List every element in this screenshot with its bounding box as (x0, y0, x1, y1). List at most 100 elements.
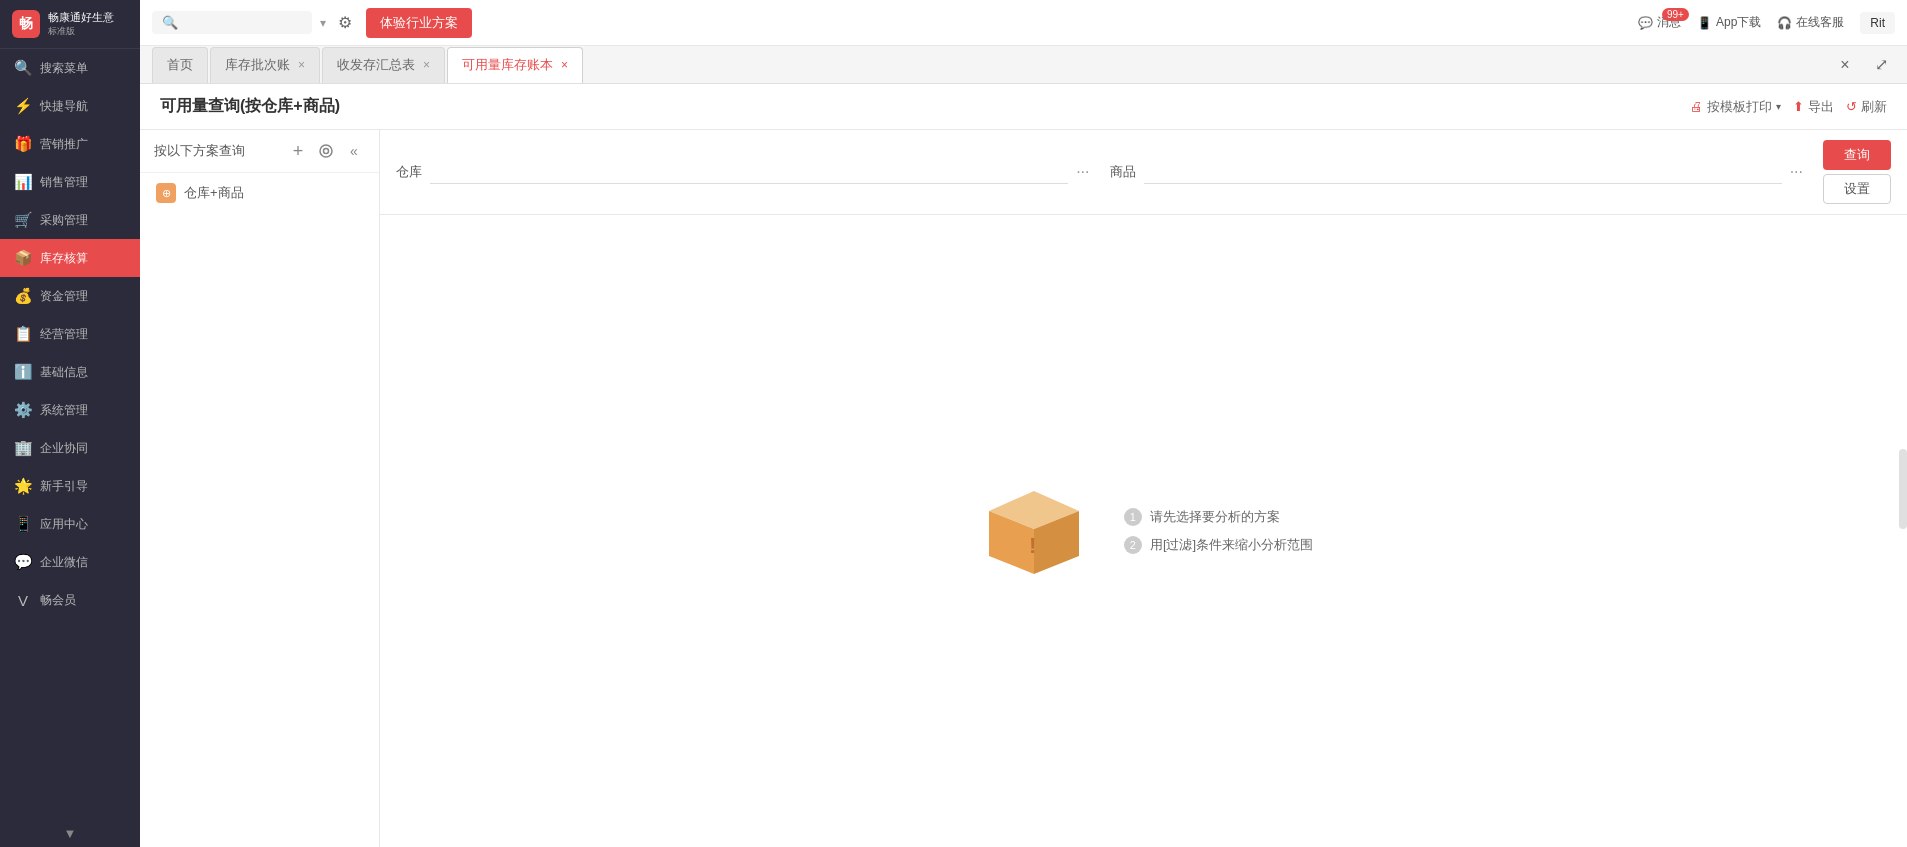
vip-icon: V (14, 591, 32, 609)
topbar-search-input[interactable] (184, 16, 274, 30)
refresh-label: 刷新 (1861, 98, 1887, 116)
query-btn[interactable]: 查询 (1823, 140, 1891, 170)
sidebar-label-vip: 畅会员 (40, 592, 76, 609)
sidebar-label-basic-info: 基础信息 (40, 364, 88, 381)
tab-collect-summary-label: 收发存汇总表 (337, 56, 415, 74)
warehouse-more-icon[interactable]: ··· (1076, 163, 1089, 181)
basic-info-icon: ℹ️ (14, 363, 32, 381)
sidebar-item-enterprise[interactable]: 🏢 企业协同 (0, 429, 140, 467)
product-input[interactable] (1144, 160, 1782, 184)
newbie-icon: 🌟 (14, 477, 32, 495)
print-template-btn[interactable]: 🖨 按模板打印 ▾ (1690, 98, 1781, 116)
search-menu-icon: 🔍 (14, 59, 32, 77)
tab-collect-summary-close[interactable]: × (423, 58, 430, 72)
sidebar-item-wechat[interactable]: 💬 企业微信 (0, 543, 140, 581)
topbar-gear-icon[interactable]: ⚙ (338, 13, 352, 32)
sidebar-item-vip[interactable]: V 畅会员 (0, 581, 140, 619)
sidebar-label-purchase: 采购管理 (40, 212, 88, 229)
brand-name: 畅康通好生意 (48, 10, 114, 24)
topbar: 🔍 ▾ ⚙ 体验行业方案 💬 消息 99+ 📱 App下载 🎧 在线客服 Rit (140, 0, 1907, 46)
tab-available-ledger[interactable]: 可用量库存账本 × (447, 47, 583, 83)
sidebar-item-newbie[interactable]: 🌟 新手引导 (0, 467, 140, 505)
tab-home[interactable]: 首页 (152, 47, 208, 83)
tab-controls: × ⤢ (1831, 51, 1895, 79)
print-chevron-icon: ▾ (1776, 101, 1781, 112)
sidebar-scroll-down[interactable]: ▼ (0, 820, 140, 847)
refresh-btn[interactable]: ↺ 刷新 (1846, 98, 1887, 116)
empty-illustration: ! (974, 471, 1094, 591)
sidebar: 畅 畅康通好生意 标准版 🔍 搜索菜单 ⚡ 快捷导航 🎁 营销推广 📊 销售管理… (0, 0, 140, 847)
scroll-indicator[interactable] (1899, 449, 1907, 529)
sidebar-item-sales[interactable]: 📊 销售管理 (0, 163, 140, 201)
wechat-icon: 💬 (14, 553, 32, 571)
purchase-icon: 🛒 (14, 211, 32, 229)
app-download-action[interactable]: 📱 App下载 (1697, 14, 1761, 31)
product-more-icon[interactable]: ··· (1790, 163, 1803, 181)
user-area[interactable]: Rit (1860, 12, 1895, 34)
empty-hints: 1 请先选择要分析的方案 2 用[过滤]条件来缩小分析范围 (1124, 508, 1313, 554)
sidebar-label-wechat: 企业微信 (40, 554, 88, 571)
sidebar-label-search-menu: 搜索菜单 (40, 60, 88, 77)
brand-area: 畅 畅康通好生意 标准版 (0, 0, 140, 49)
sidebar-item-search-menu[interactable]: 🔍 搜索菜单 (0, 49, 140, 87)
print-label: 按模板打印 (1707, 98, 1772, 116)
brand-badge: 标准版 (48, 25, 114, 38)
tab-collect-summary[interactable]: 收发存汇总表 × (322, 47, 445, 83)
settings-scheme-icon (318, 143, 334, 159)
sidebar-item-operations[interactable]: 📋 经营管理 (0, 315, 140, 353)
warehouse-input[interactable] (430, 160, 1068, 184)
operations-icon: 📋 (14, 325, 32, 343)
message-action[interactable]: 💬 消息 99+ (1638, 14, 1681, 31)
hint-number-2: 2 (1124, 536, 1142, 554)
sidebar-label-marketing: 营销推广 (40, 136, 88, 153)
tab-batch-account[interactable]: 库存批次账 × (210, 47, 320, 83)
topbar-search-box[interactable]: 🔍 (152, 11, 312, 34)
sidebar-item-basic-info[interactable]: ℹ️ 基础信息 (0, 353, 140, 391)
product-label: 商品 (1110, 163, 1136, 181)
marketing-icon: 🎁 (14, 135, 32, 153)
refresh-icon: ↺ (1846, 99, 1857, 114)
empty-state: ! 1 请先选择要分析的方案 2 用[过滤]条件来缩小分析范围 (380, 215, 1907, 847)
sidebar-item-inventory[interactable]: 📦 库存核算 (0, 239, 140, 277)
sidebar-item-quick-nav[interactable]: ⚡ 快捷导航 (0, 87, 140, 125)
filter-actions: 查询 设置 (1823, 140, 1891, 204)
page-header-actions: 🖨 按模板打印 ▾ ⬆ 导出 ↺ 刷新 (1690, 98, 1887, 116)
scheme-item-warehouse-product[interactable]: ⊕ 仓库+商品 (140, 173, 379, 213)
sidebar-item-app-center[interactable]: 📱 应用中心 (0, 505, 140, 543)
sidebar-label-enterprise: 企业协同 (40, 440, 88, 457)
filter-bar: 仓库 ··· 商品 ··· 查询 设置 (380, 130, 1907, 215)
warehouse-label: 仓库 (396, 163, 422, 181)
filter-settings-btn[interactable]: 设置 (1823, 174, 1891, 204)
sidebar-label-inventory: 库存核算 (40, 250, 88, 267)
sidebar-item-purchase[interactable]: 🛒 采购管理 (0, 201, 140, 239)
message-badge: 99+ (1662, 8, 1689, 21)
sidebar-label-finance: 资金管理 (40, 288, 88, 305)
tab-bar: 首页 库存批次账 × 收发存汇总表 × 可用量库存账本 × × ⤢ (140, 46, 1907, 84)
sidebar-item-marketing[interactable]: 🎁 营销推广 (0, 125, 140, 163)
add-scheme-btn[interactable]: + (287, 140, 309, 162)
sidebar-label-system: 系统管理 (40, 402, 88, 419)
tab-maximize-btn[interactable]: ⤢ (1867, 51, 1895, 79)
edit-scheme-btn[interactable] (315, 140, 337, 162)
print-icon: 🖨 (1690, 99, 1703, 114)
left-panel: 按以下方案查询 + « ⊕ 仓库+商品 (140, 130, 380, 847)
system-icon: ⚙️ (14, 401, 32, 419)
inventory-icon: 📦 (14, 249, 32, 267)
online-service-action[interactable]: 🎧 在线客服 (1777, 14, 1844, 31)
tab-close-btn[interactable]: × (1831, 51, 1859, 79)
industry-btn[interactable]: 体验行业方案 (366, 8, 472, 38)
tab-available-ledger-close[interactable]: × (561, 58, 568, 72)
page-header: 可用量查询(按仓库+商品) 🖨 按模板打印 ▾ ⬆ 导出 ↺ 刷新 (140, 84, 1907, 130)
search-icon: 🔍 (162, 15, 178, 30)
collapse-panel-btn[interactable]: « (343, 140, 365, 162)
sales-icon: 📊 (14, 173, 32, 191)
topbar-dropdown-icon[interactable]: ▾ (320, 16, 326, 30)
sidebar-label-newbie: 新手引导 (40, 478, 88, 495)
sidebar-item-finance[interactable]: 💰 资金管理 (0, 277, 140, 315)
tab-batch-account-close[interactable]: × (298, 58, 305, 72)
enterprise-icon: 🏢 (14, 439, 32, 457)
tab-available-ledger-label: 可用量库存账本 (462, 56, 553, 74)
export-btn[interactable]: ⬆ 导出 (1793, 98, 1834, 116)
sidebar-item-system[interactable]: ⚙️ 系统管理 (0, 391, 140, 429)
export-icon: ⬆ (1793, 99, 1804, 114)
